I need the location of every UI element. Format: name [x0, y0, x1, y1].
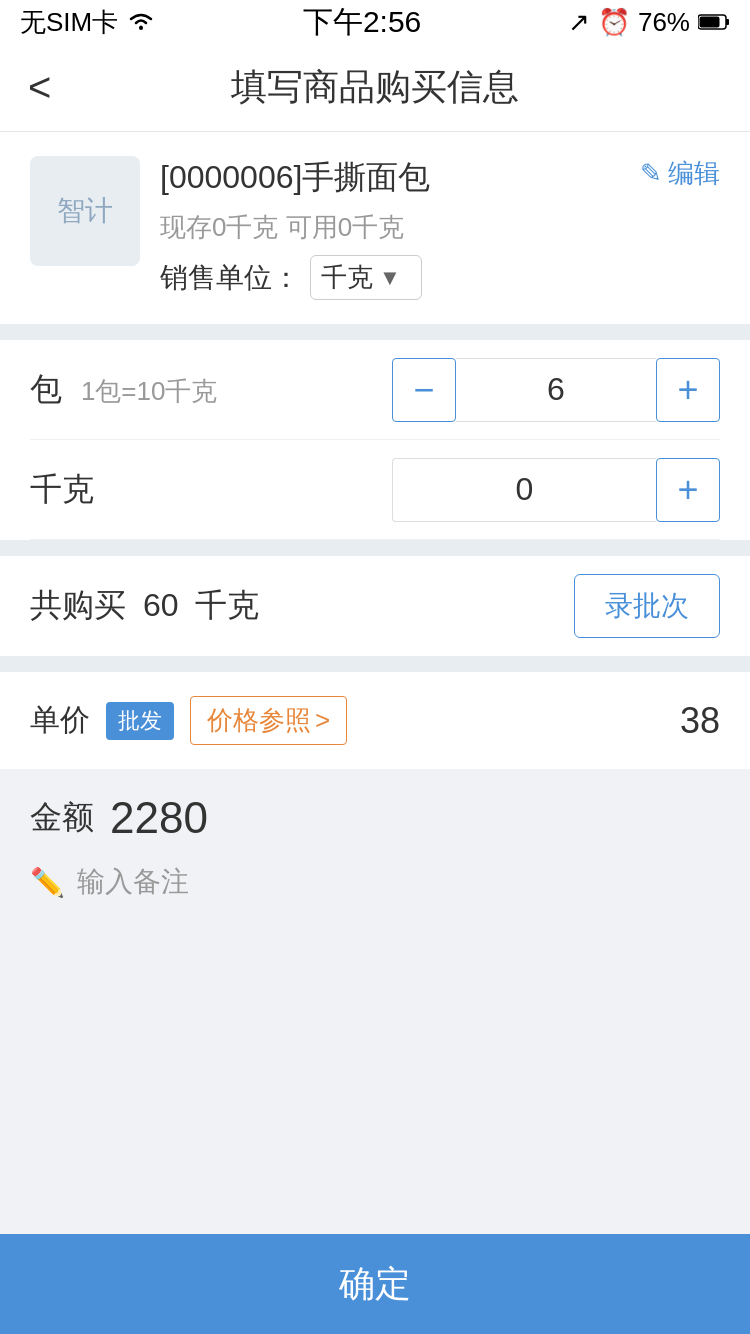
kilogram-plus-button[interactable]: + — [656, 458, 720, 522]
pencil-icon: ✏️ — [30, 866, 65, 899]
edit-label: 编辑 — [668, 156, 720, 191]
unit-value: 千克 — [321, 260, 373, 295]
svg-rect-2 — [726, 19, 729, 25]
summary-quantity: 60 — [143, 587, 179, 623]
price-value: 38 — [680, 700, 720, 742]
remark-row[interactable]: ✏️ 输入备注 — [30, 863, 720, 921]
price-label: 单价 — [30, 700, 90, 741]
kilogram-row: 千克 + — [30, 440, 720, 540]
amount-value: 2280 — [110, 793, 208, 843]
package-label-text: 包 — [30, 371, 62, 407]
svg-point-0 — [139, 26, 143, 30]
location-icon: ↗ — [568, 7, 590, 38]
kilogram-label: 千克 — [30, 468, 392, 512]
kilogram-input[interactable] — [392, 458, 656, 522]
status-time: 下午2:56 — [303, 2, 421, 43]
amount-section: 金额 2280 ✏️ 输入备注 — [0, 769, 750, 921]
package-controls: − + — [392, 358, 720, 422]
battery-icon — [698, 7, 730, 38]
product-stock: 现存0千克 可用0千克 — [160, 210, 620, 245]
summary-text: 共购买 60 千克 — [30, 584, 574, 628]
status-right: ↗ ⏰ 76% — [568, 7, 730, 38]
separator-1 — [0, 324, 750, 340]
alarm-icon: ⏰ — [598, 7, 630, 38]
package-hint: 1包=10千克 — [81, 376, 218, 406]
package-label: 包 1包=10千克 — [30, 368, 392, 412]
confirm-button-label: 确定 — [339, 1260, 411, 1309]
product-card: 智计 [0000006]手撕面包 现存0千克 可用0千克 销售单位： 千克 ▼ … — [0, 132, 750, 324]
package-input[interactable] — [456, 358, 656, 422]
wifi-icon — [126, 7, 156, 38]
separator-3 — [0, 656, 750, 672]
product-edit-button[interactable]: ✎ 编辑 — [640, 156, 720, 191]
summary-prefix: 共购买 — [30, 587, 126, 623]
price-section: 单价 批发 价格参照 > 38 — [0, 672, 750, 769]
status-bar: 无SIM卡 下午2:56 ↗ ⏰ 76% — [0, 0, 750, 44]
separator-2 — [0, 540, 750, 556]
product-name: [0000006]手撕面包 — [160, 156, 620, 200]
back-button[interactable]: < — [28, 65, 51, 110]
unit-select[interactable]: 千克 ▼ — [310, 255, 422, 300]
price-ref-label: 价格参照 — [207, 703, 311, 738]
amount-label: 金额 — [30, 796, 94, 840]
carrier-text: 无SIM卡 — [20, 5, 118, 40]
package-row: 包 1包=10千克 − + — [30, 340, 720, 440]
remark-placeholder: 输入备注 — [77, 863, 189, 901]
price-badge: 批发 — [106, 702, 174, 740]
package-plus-button[interactable]: + — [656, 358, 720, 422]
summary-section: 共购买 60 千克 录批次 — [0, 556, 750, 656]
product-info: [0000006]手撕面包 现存0千克 可用0千克 销售单位： 千克 ▼ — [160, 156, 620, 300]
unit-label: 销售单位： — [160, 259, 300, 297]
page-title: 填写商品购买信息 — [231, 63, 519, 112]
kilogram-controls: + — [392, 458, 720, 522]
price-ref-arrow: > — [315, 705, 330, 736]
product-image: 智计 — [30, 156, 140, 266]
status-left: 无SIM卡 — [20, 5, 156, 40]
product-unit-row: 销售单位： 千克 ▼ — [160, 255, 620, 300]
package-minus-button[interactable]: − — [392, 358, 456, 422]
batch-button[interactable]: 录批次 — [574, 574, 720, 638]
edit-icon: ✎ — [640, 158, 662, 189]
confirm-bar[interactable]: 确定 — [0, 1234, 750, 1334]
package-section: 包 1包=10千克 − + — [0, 340, 750, 440]
kilogram-section: 千克 + — [0, 440, 750, 540]
nav-bar: < 填写商品购买信息 — [0, 44, 750, 132]
kilogram-label-text: 千克 — [30, 471, 94, 507]
amount-row: 金额 2280 — [30, 793, 720, 843]
summary-unit: 千克 — [195, 587, 259, 623]
product-logo: 智计 — [57, 192, 113, 230]
price-ref-button[interactable]: 价格参照 > — [190, 696, 347, 745]
svg-rect-3 — [699, 16, 719, 27]
unit-dropdown-arrow: ▼ — [379, 265, 401, 291]
battery-text: 76% — [638, 7, 690, 38]
